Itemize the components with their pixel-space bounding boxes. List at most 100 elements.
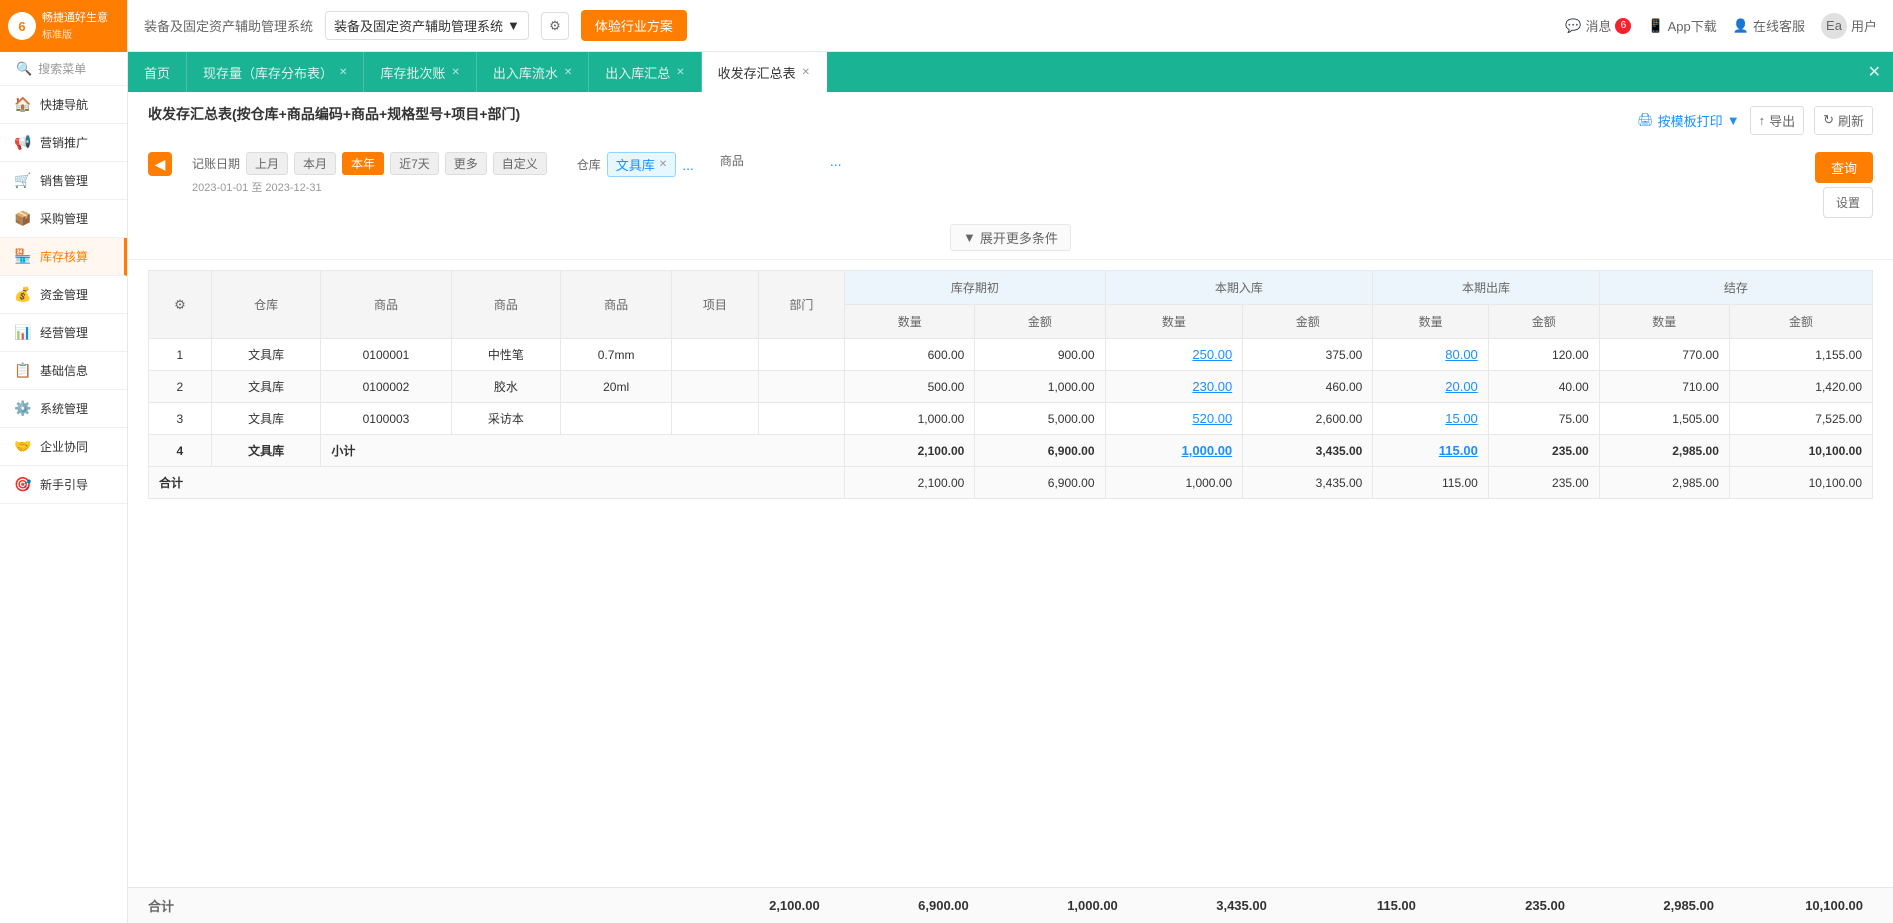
date-btn-more[interactable]: 更多 <box>445 152 487 175</box>
tab-recv-send-label: 收发存汇总表 <box>718 63 796 82</box>
goods-filter: 商品 ... <box>720 152 842 169</box>
refresh-button[interactable]: ↻ 刷新 <box>1814 106 1873 135</box>
date-btn-custom[interactable]: 自定义 <box>493 152 547 175</box>
topbar: 装备及固定资产辅助管理系统 装备及固定资产辅助管理系统 ▼ ⚙ 体验行业方案 💬… <box>128 0 1893 52</box>
tab-inout-summary[interactable]: 出入库汇总 ✕ <box>589 52 701 92</box>
date-btn-this-month[interactable]: 本月 <box>294 152 336 175</box>
th-warehouse: 仓库 <box>211 271 321 339</box>
topbar-left: 装备及固定资产辅助管理系统 装备及固定资产辅助管理系统 ▼ ⚙ 体验行业方案 <box>144 10 687 41</box>
sidebar-item-system[interactable]: ⚙️ 系统管理 <box>0 390 127 428</box>
print-template-button[interactable]: 🖨 按模板打印 ▼ <box>1637 111 1739 130</box>
sidebar-item-enterprise[interactable]: 🤝 企业协同 <box>0 428 127 466</box>
th-out-qty: 数量 <box>1373 305 1488 339</box>
total-in-qty: 1,000.00 <box>1105 467 1243 499</box>
tab-stock-dist[interactable]: 现存量（库存分布表） ✕ <box>187 52 364 92</box>
tab-recv-send[interactable]: 收发存汇总表 ✕ <box>702 52 827 92</box>
sidebar-item-marketing[interactable]: 📢 营销推广 <box>0 124 127 162</box>
bottom-open-qty: 2,100.00 <box>681 898 830 913</box>
message-button[interactable]: 💬 消息 6 <box>1565 16 1631 35</box>
user-profile[interactable]: Ea 用户 <box>1821 13 1877 39</box>
sidebar-item-quicknav[interactable]: 🏠 快捷导航 <box>0 86 127 124</box>
total-open-qty: 2,100.00 <box>845 467 975 499</box>
th-in-amt: 金额 <box>1243 305 1373 339</box>
topbar-right: 💬 消息 6 📱 App下载 👤 在线客服 Ea 用户 <box>1565 13 1877 39</box>
sidebar-item-sales[interactable]: 🛒 销售管理 <box>0 162 127 200</box>
warehouse-tag[interactable]: 文具库 ✕ <box>607 152 676 177</box>
th-spec: 商品 <box>561 271 672 339</box>
print-icon: 🖨 <box>1637 112 1654 128</box>
th-project: 项目 <box>672 271 759 339</box>
sales-icon: 🛒 <box>14 172 32 189</box>
query-button[interactable]: 查询 <box>1815 152 1873 183</box>
goods-more-button[interactable]: ... <box>830 153 842 169</box>
th-out-amt: 金额 <box>1488 305 1599 339</box>
tab-inout-flow[interactable]: 出入库流水 ✕ <box>477 52 589 92</box>
tab-batch-label: 库存批次账 <box>380 63 445 82</box>
system-dropdown[interactable]: 装备及固定资产辅助管理系统 ▼ <box>325 11 529 40</box>
th-settings[interactable]: ⚙ <box>149 271 212 339</box>
sidebar-item-marketing-label: 营销推广 <box>40 134 88 151</box>
tab-recv-send-close[interactable]: ✕ <box>802 67 810 78</box>
app-name: 畅捷通好生意 <box>42 11 108 25</box>
date-btn-last-month[interactable]: 上月 <box>246 152 288 175</box>
finance-icon: 💰 <box>14 286 32 303</box>
sidebar-item-basic[interactable]: 📋 基础信息 <box>0 352 127 390</box>
date-btn-7days[interactable]: 近7天 <box>390 152 439 175</box>
warehouse-label: 仓库 <box>577 156 601 173</box>
tab-batch-close[interactable]: ✕ <box>451 67 459 78</box>
tab-inout-summary-label: 出入库汇总 <box>605 63 670 82</box>
th-close-amt: 金额 <box>1729 305 1872 339</box>
warehouse-more-button[interactable]: ... <box>682 157 694 173</box>
system-title: 装备及固定资产辅助管理系统 <box>144 16 313 35</box>
th-out: 本期出库 <box>1373 271 1599 305</box>
bottom-out-qty: 115.00 <box>1277 898 1426 913</box>
tab-stock-dist-close[interactable]: ✕ <box>339 67 347 78</box>
bottom-bar: 合计 2,100.00 6,900.00 1,000.00 3,435.00 1… <box>128 887 1893 923</box>
bottom-close-qty: 2,985.00 <box>1575 898 1724 913</box>
sidebar-item-operations[interactable]: 📊 经营管理 <box>0 314 127 352</box>
page-header: 收发存汇总表(按仓库+商品编码+商品+规格型号+项目+部门) 🖨 按模板打印 ▼… <box>128 92 1893 144</box>
settings-gear-button[interactable]: ⚙ <box>541 12 569 40</box>
sidebar-item-finance-label: 资金管理 <box>40 286 88 303</box>
tab-inout-flow-close[interactable]: ✕ <box>564 67 572 78</box>
logo-text-block: 畅捷通好生意 标准版 <box>42 11 108 40</box>
filter-collapse-button[interactable]: ◀ <box>148 152 172 176</box>
warehouse-tag-remove-icon[interactable]: ✕ <box>659 159 667 170</box>
bottom-values: 2,100.00 6,900.00 1,000.00 3,435.00 115.… <box>194 898 1873 913</box>
download-icon: 📱 <box>1647 18 1663 34</box>
system-icon: ⚙️ <box>14 400 32 417</box>
online-service-button[interactable]: 👤 在线客服 <box>1733 16 1805 35</box>
bottom-in-qty: 1,000.00 <box>979 898 1128 913</box>
total-out-amt: 235.00 <box>1488 467 1599 499</box>
close-all-tabs-button[interactable]: ✕ <box>1856 62 1893 82</box>
tab-batch[interactable]: 库存批次账 ✕ <box>364 52 476 92</box>
sidebar-item-sales-label: 销售管理 <box>40 172 88 189</box>
date-btn-this-year[interactable]: 本年 <box>342 152 384 175</box>
sidebar-search[interactable]: 🔍 搜索菜单 <box>0 52 127 86</box>
sidebar-item-purchase-label: 采购管理 <box>40 210 88 227</box>
subtotal-row: 4 文具库 小计 2,100.00 6,900.00 1,000.00 3,43… <box>149 435 1873 467</box>
sidebar-item-finance[interactable]: 💰 资金管理 <box>0 276 127 314</box>
sidebar-item-operations-label: 经营管理 <box>40 324 88 341</box>
marketing-icon: 📢 <box>14 134 32 151</box>
expand-filter-button[interactable]: ▼ 展开更多条件 <box>950 224 1071 251</box>
purchase-icon: 📦 <box>14 210 32 227</box>
th-in: 本期入库 <box>1105 271 1373 305</box>
sidebar-item-inventory[interactable]: 🏪 库存核算 <box>0 238 127 276</box>
table-row: 2 文具库 0100002 胶水 20ml 500.00 1,000.00 23… <box>149 371 1873 403</box>
sidebar-item-newbie[interactable]: 🎯 新手引导 <box>0 466 127 504</box>
sidebar-item-purchase[interactable]: 📦 采购管理 <box>0 200 127 238</box>
try-plan-button[interactable]: 体验行业方案 <box>581 10 687 41</box>
bottom-close-amt: 10,100.00 <box>1724 898 1873 913</box>
settings-filter-button[interactable]: 设置 <box>1823 187 1873 218</box>
avatar: Ea <box>1821 13 1847 39</box>
main-content: 装备及固定资产辅助管理系统 装备及固定资产辅助管理系统 ▼ ⚙ 体验行业方案 💬… <box>128 0 1893 923</box>
sidebar-item-inventory-label: 库存核算 <box>40 248 88 265</box>
tab-home[interactable]: 首页 <box>128 52 187 92</box>
app-logo: 6 畅捷通好生意 标准版 <box>0 0 127 52</box>
tab-inout-summary-close[interactable]: ✕ <box>676 67 684 78</box>
page-title: 收发存汇总表(按仓库+商品编码+商品+规格型号+项目+部门) <box>148 104 520 124</box>
app-download-button[interactable]: 📱 App下载 <box>1647 16 1716 35</box>
export-button[interactable]: ↑ 导出 <box>1750 106 1805 135</box>
table-container: ⚙ 仓库 商品 商品 商品 项目 部门 库存期初 本期入库 本期出库 结存 数量 <box>128 270 1893 519</box>
